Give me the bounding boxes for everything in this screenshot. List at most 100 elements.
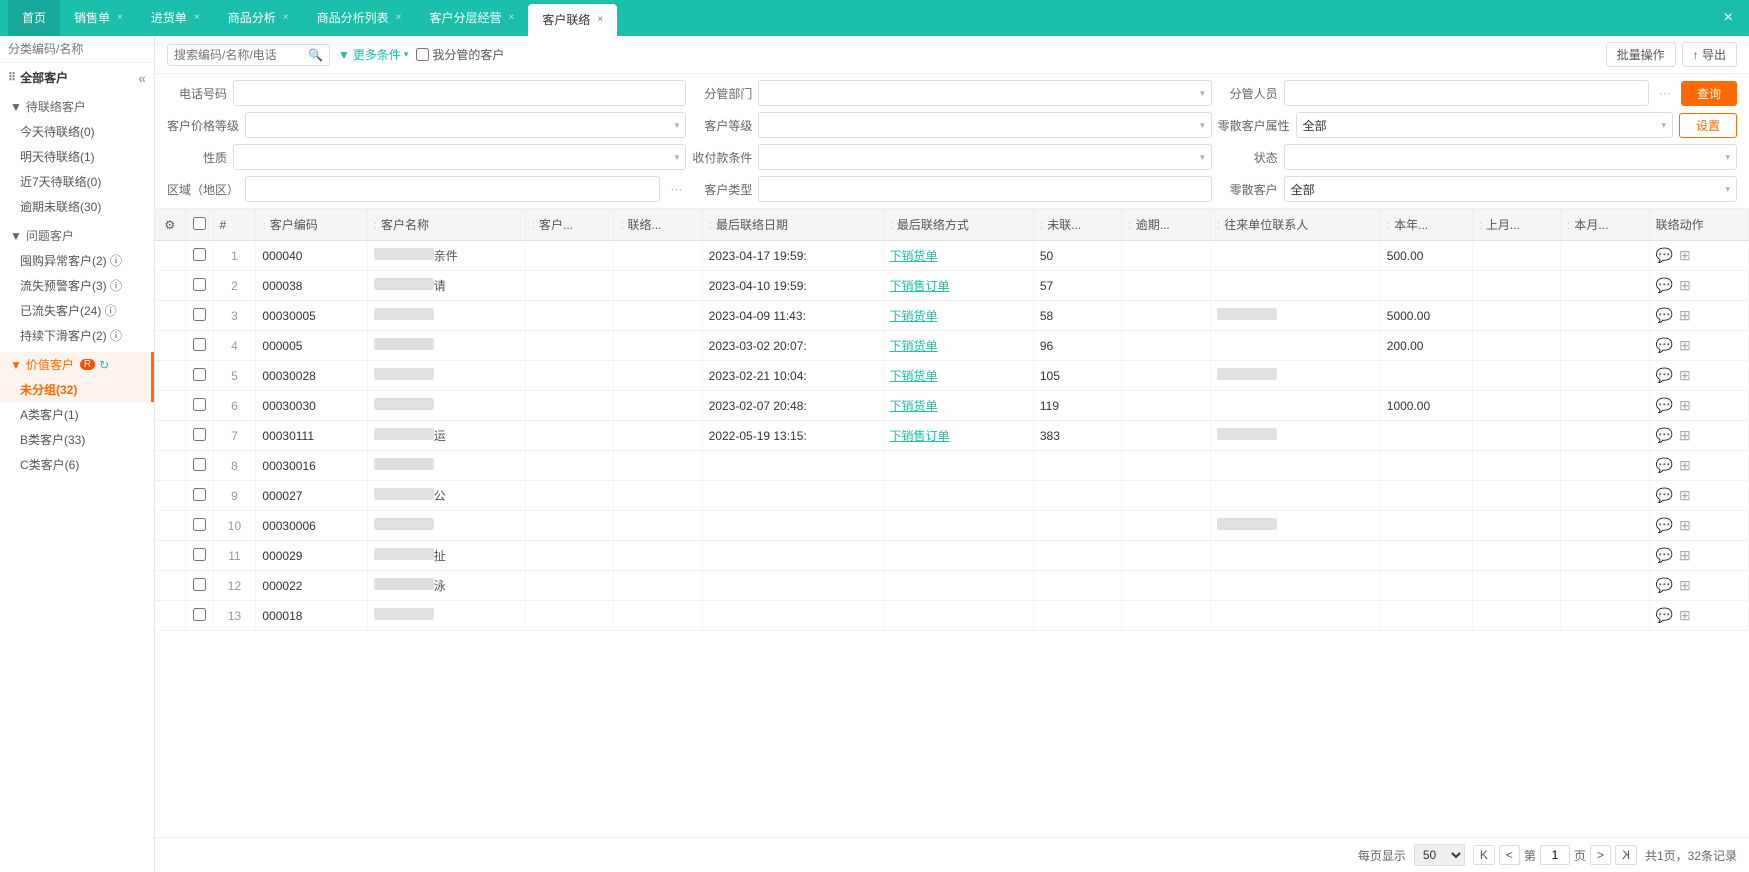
qr-icon[interactable]: ⊞	[1679, 427, 1691, 444]
my-customers-checkbox[interactable]	[416, 48, 429, 61]
qr-icon[interactable]: ⊞	[1679, 577, 1691, 594]
export-button[interactable]: ↑ 导出	[1682, 42, 1737, 67]
sidebar-collapse-button[interactable]: «	[138, 70, 146, 86]
qr-icon[interactable]: ⊞	[1679, 277, 1691, 294]
chat-icon[interactable]: 💬	[1656, 547, 1673, 564]
sidebar-item-c-class[interactable]: C类客户(6)	[0, 452, 154, 477]
more-conditions-toggle[interactable]: ▼ 更多条件 ▾	[338, 46, 408, 63]
qr-icon[interactable]: ⊞	[1679, 487, 1691, 504]
sidebar-item-declining[interactable]: 持续下滑客户(2) ⓘ	[0, 323, 154, 348]
chat-icon[interactable]: 💬	[1656, 247, 1673, 264]
row-checkbox-cell[interactable]	[185, 541, 213, 571]
row-checkbox[interactable]	[193, 308, 206, 321]
tab-sales[interactable]: 销售单 ×	[60, 0, 137, 36]
person-dots[interactable]: ···	[1655, 86, 1675, 100]
last-page-button[interactable]: K	[1615, 845, 1637, 865]
group-problem-label[interactable]: ▼ 问题客户	[0, 223, 154, 248]
batch-ops-button[interactable]: 批量操作	[1606, 42, 1676, 67]
qr-icon[interactable]: ⊞	[1679, 337, 1691, 354]
sidebar-item-a-class[interactable]: A类客户(1)	[0, 402, 154, 427]
row-checkbox-cell[interactable]	[185, 421, 213, 451]
row-checkbox[interactable]	[193, 278, 206, 291]
chat-icon[interactable]: 💬	[1656, 577, 1673, 594]
status-select[interactable]: ▾	[1284, 144, 1737, 170]
col-header-name[interactable]: :客户名称	[367, 209, 525, 241]
row-checkbox-cell[interactable]	[185, 361, 213, 391]
retail-customer-select[interactable]: 全部▾	[1284, 176, 1737, 202]
tab-customer-seg[interactable]: 客户分层经营 ×	[415, 0, 528, 36]
qr-icon[interactable]: ⊞	[1679, 607, 1691, 624]
last-method-link[interactable]: 下销售订单	[890, 429, 950, 443]
row-checkbox[interactable]	[193, 518, 206, 531]
row-checkbox[interactable]	[193, 338, 206, 351]
row-checkbox[interactable]	[193, 368, 206, 381]
all-customers-header[interactable]: ⠿ 全部客户 «	[0, 63, 154, 92]
close-customer-contact-tab[interactable]: ×	[597, 4, 603, 36]
chat-icon[interactable]: 💬	[1656, 487, 1673, 504]
sidebar-search-input[interactable]	[8, 42, 155, 56]
row-checkbox[interactable]	[193, 398, 206, 411]
phone-input[interactable]	[233, 80, 686, 106]
row-checkbox-cell[interactable]	[185, 481, 213, 511]
qr-icon[interactable]: ⊞	[1679, 547, 1691, 564]
col-header-contact[interactable]: :联络...	[614, 209, 703, 241]
row-checkbox-cell[interactable]	[185, 451, 213, 481]
sidebar-item-b-class[interactable]: B类客户(33)	[0, 427, 154, 452]
close-sales-tab[interactable]: ×	[117, 0, 123, 36]
qr-icon[interactable]: ⊞	[1679, 367, 1691, 384]
sidebar-item-hoarding[interactable]: 囤购异常客户(2) ⓘ	[0, 248, 154, 273]
last-method-link[interactable]: 下销货单	[890, 369, 938, 383]
tab-product-analysis[interactable]: 商品分析 ×	[214, 0, 303, 36]
sidebar-item-churn-warning[interactable]: 流失预警客户(3) ⓘ	[0, 273, 154, 298]
col-header-last-month[interactable]: :上月...	[1472, 209, 1561, 241]
row-checkbox[interactable]	[193, 248, 206, 261]
row-checkbox-cell[interactable]	[185, 271, 213, 301]
row-checkbox[interactable]	[193, 548, 206, 561]
tab-customer-contact[interactable]: 客户联络 ×	[528, 4, 617, 36]
col-header-contact-person[interactable]: :往来单位联系人	[1210, 209, 1380, 241]
price-level-select[interactable]: ▾	[245, 112, 686, 138]
group-pending-contact-label[interactable]: ▼ 待联络客户	[0, 94, 154, 119]
per-page-select[interactable]: 50 100 200	[1414, 844, 1465, 866]
row-checkbox-cell[interactable]	[185, 571, 213, 601]
sidebar-item-overdue[interactable]: 逾期未联络(30)	[0, 194, 154, 219]
refresh-icon[interactable]: ↻	[99, 358, 109, 372]
chat-icon[interactable]: 💬	[1656, 517, 1673, 534]
row-last-method[interactable]: 下销售订单	[883, 271, 1033, 301]
prev-page-button[interactable]: <	[1499, 845, 1520, 865]
retail-attr-select[interactable]: 全部▾	[1296, 112, 1673, 138]
qr-icon[interactable]: ⊞	[1679, 307, 1691, 324]
sidebar-item-unclassified[interactable]: 未分组(32)	[0, 377, 154, 402]
row-checkbox[interactable]	[193, 488, 206, 501]
search-icon[interactable]: 🔍	[308, 48, 323, 62]
row-checkbox-cell[interactable]	[185, 601, 213, 631]
chat-icon[interactable]: 💬	[1656, 427, 1673, 444]
last-method-link[interactable]: 下销货单	[890, 309, 938, 323]
select-all-header[interactable]	[185, 209, 213, 241]
select-all-checkbox[interactable]	[193, 217, 206, 230]
search-input[interactable]	[174, 48, 304, 62]
next-page-button[interactable]: >	[1590, 845, 1611, 865]
col-header-type[interactable]: :客户...	[525, 209, 614, 241]
row-checkbox-cell[interactable]	[185, 241, 213, 271]
col-header-this-year[interactable]: :本年...	[1380, 209, 1472, 241]
row-checkbox[interactable]	[193, 428, 206, 441]
row-last-method[interactable]: 下销货单	[883, 241, 1033, 271]
row-checkbox-cell[interactable]	[185, 511, 213, 541]
sidebar-item-tomorrow[interactable]: 明天待联络(1)	[0, 144, 154, 169]
reset-button[interactable]: 设置	[1679, 113, 1737, 138]
row-checkbox-cell[interactable]	[185, 331, 213, 361]
row-last-method[interactable]: 下销售订单	[883, 421, 1033, 451]
chat-icon[interactable]: 💬	[1656, 307, 1673, 324]
row-checkbox[interactable]	[193, 608, 206, 621]
row-last-method[interactable]: 下销货单	[883, 391, 1033, 421]
last-method-link[interactable]: 下销货单	[890, 249, 938, 263]
col-header-overdue[interactable]: :逾期...	[1122, 209, 1211, 241]
row-checkbox[interactable]	[193, 578, 206, 591]
settings-column-header[interactable]: ⚙	[155, 209, 185, 241]
tab-purchase[interactable]: 进货单 ×	[137, 0, 214, 36]
region-input[interactable]	[245, 176, 660, 202]
row-last-method[interactable]: 下销货单	[883, 361, 1033, 391]
nature-select[interactable]: ▾	[233, 144, 686, 170]
col-header-this-month[interactable]: :本月...	[1561, 209, 1650, 241]
